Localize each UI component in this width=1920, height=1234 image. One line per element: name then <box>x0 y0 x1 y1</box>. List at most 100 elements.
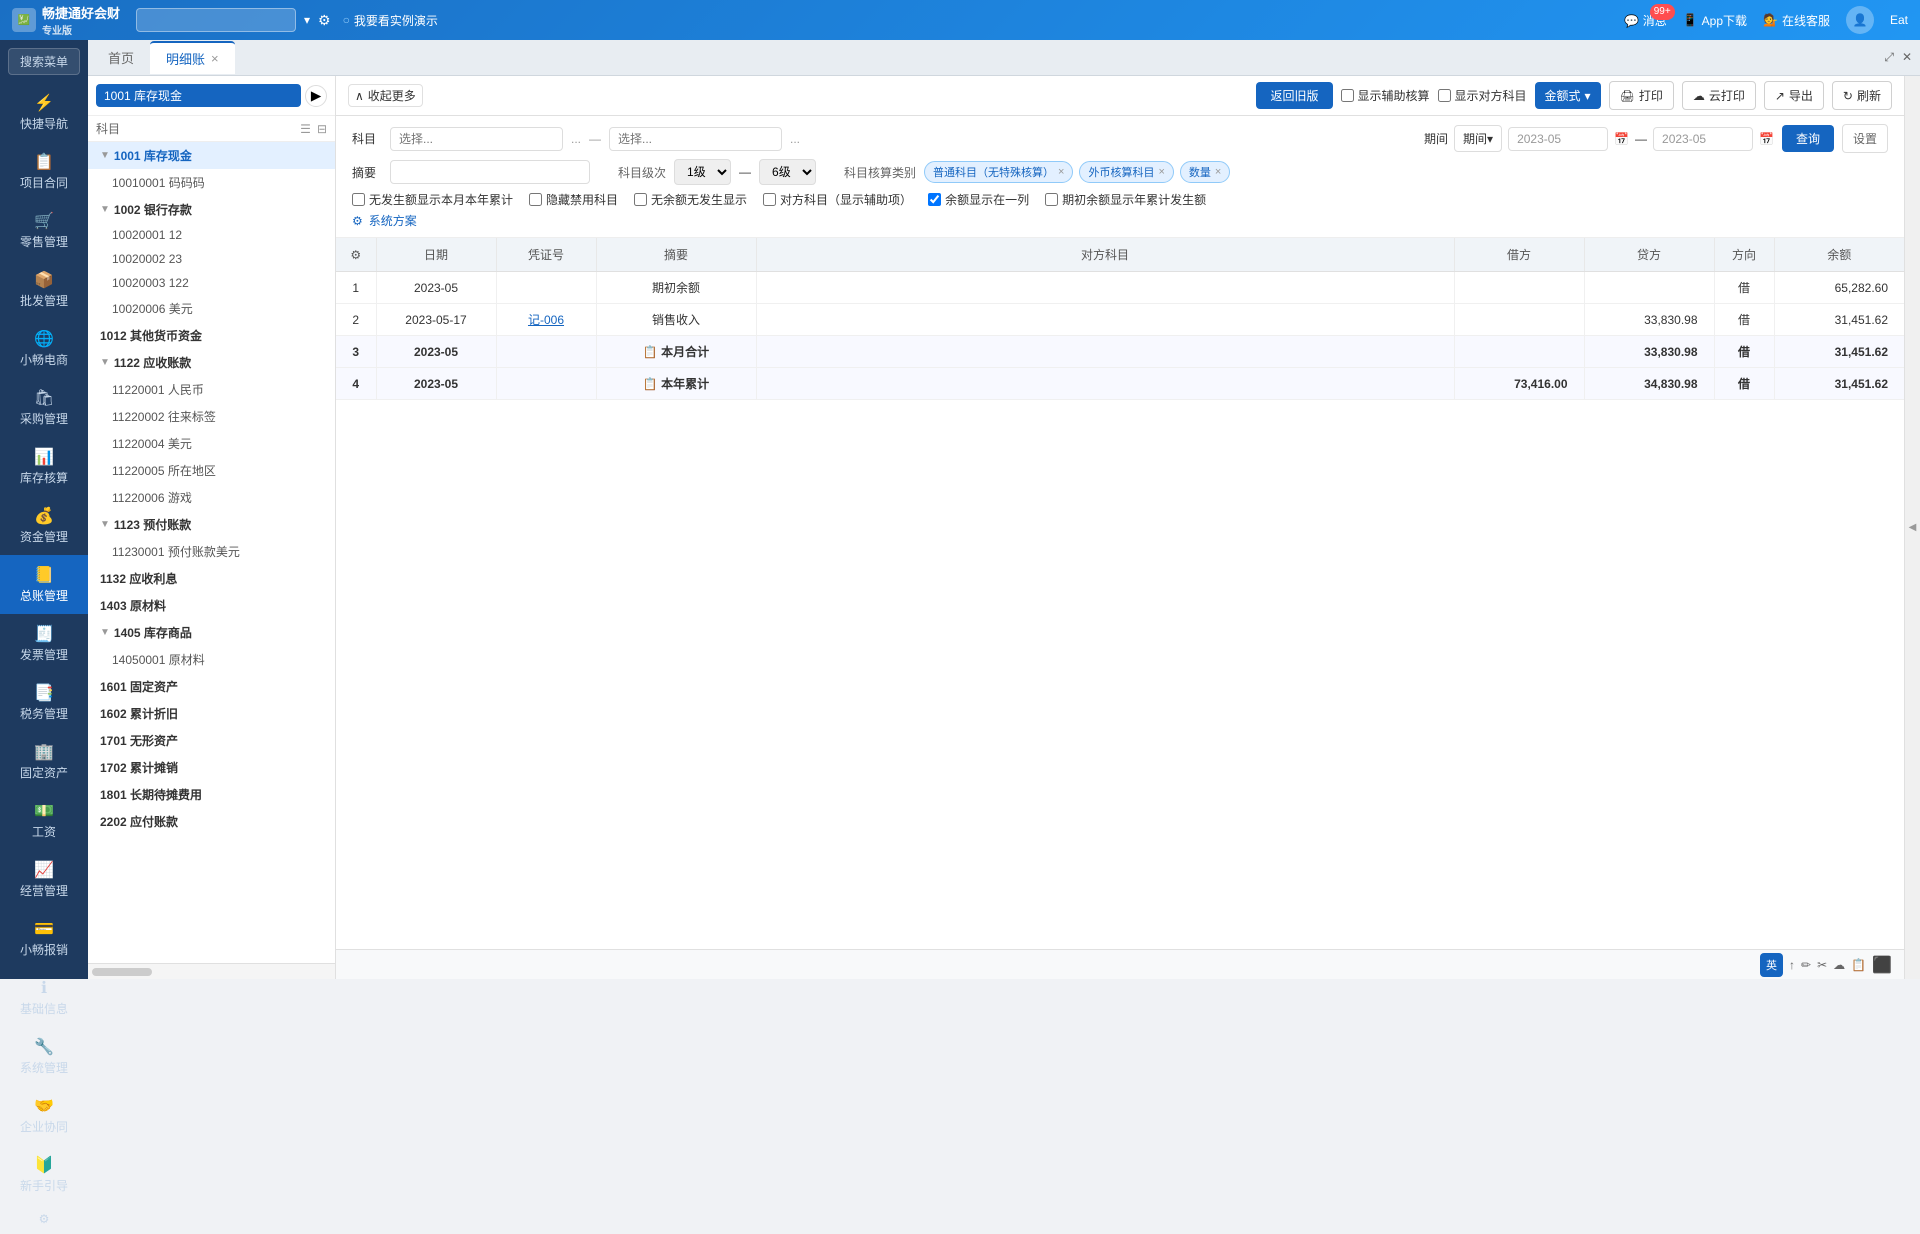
filter-toggle-btn[interactable]: ∧ 收起更多 <box>348 84 423 107</box>
tree-item-10020003[interactable]: 10020003 122 <box>88 271 335 295</box>
tab-close-btn[interactable]: × <box>211 51 219 66</box>
sidebar-item-purchase[interactable]: 🛍 采购管理 <box>0 378 88 437</box>
tree-item-1701[interactable]: 1701 无形资产 <box>88 727 335 754</box>
tree-item-10020002[interactable]: 10020002 23 <box>88 247 335 271</box>
filter-tag-qty[interactable]: 数量 × <box>1180 161 1230 183</box>
show-aux-checkbox[interactable]: 显示辅助核算 <box>1341 87 1430 104</box>
sidebar-settings-btn[interactable]: ⚙ <box>0 1204 88 1234</box>
show-contra-checkbox[interactable]: 显示对方科目 <box>1438 87 1527 104</box>
sidebar-item-system[interactable]: 🔧 系统管理 <box>0 1027 88 1086</box>
sidebar-item-wholesale[interactable]: 📦 批发管理 <box>0 260 88 319</box>
tree-item-2202[interactable]: 2202 应付账款 <box>88 808 335 835</box>
remove-tag-fx[interactable]: × <box>1158 166 1164 178</box>
tree-item-1601[interactable]: 1601 固定资产 <box>88 673 335 700</box>
tree-item-1403[interactable]: 1403 原材料 <box>88 592 335 619</box>
tab-detail[interactable]: 明细账 × <box>150 41 235 74</box>
chk-hide-disabled[interactable]: 隐藏禁用科目 <box>529 191 618 208</box>
filter-tag-fx[interactable]: 外币核算科目 × <box>1079 161 1173 183</box>
level-from-select[interactable]: 1级2级3级4级5级6级 <box>674 159 731 185</box>
sidebar-item-enterprise[interactable]: 🤝 企业协同 <box>0 1086 88 1145</box>
settings-icon[interactable]: ⚙ <box>318 12 331 29</box>
summary-input[interactable] <box>390 160 590 184</box>
setting-btn[interactable]: 设置 <box>1842 124 1888 153</box>
tree-item-10020006[interactable]: 10020006 美元 <box>88 295 335 322</box>
app-download-btn[interactable]: 📱 App下载 <box>1683 12 1747 29</box>
tree-item-1001[interactable]: ▼ 1001 库存现金 <box>88 142 335 169</box>
format-dropdown-btn[interactable]: 金额式 ▾ <box>1535 82 1601 109</box>
cloud-print-btn[interactable]: ☁ 云打印 <box>1682 81 1756 110</box>
filter-tag-normal[interactable]: 普通科目（无特殊核算） × <box>924 161 1073 183</box>
tree-item-1012[interactable]: 1012 其他货币资金 <box>88 322 335 349</box>
tree-item-1132[interactable]: 1132 应收利息 <box>88 565 335 592</box>
sidebar-item-tax[interactable]: 📑 税务管理 <box>0 673 88 732</box>
period-cal-to-icon[interactable]: 📅 <box>1759 132 1774 146</box>
status-icon-edit[interactable]: ✏ <box>1801 958 1811 972</box>
tree-item-1405[interactable]: ▼ 1405 库存商品 <box>88 619 335 646</box>
chk-contra[interactable]: 对方科目（显示辅助项） <box>763 191 912 208</box>
tree-item-1002[interactable]: ▼ 1002 银行存款 <box>88 196 335 223</box>
status-icon-clip[interactable]: 📋 <box>1851 958 1866 972</box>
show-contra-input[interactable] <box>1438 89 1451 102</box>
gear-header-icon[interactable]: ⚙ <box>350 248 361 262</box>
tree-item-1123[interactable]: ▼ 1123 预付账款 <box>88 511 335 538</box>
query-btn[interactable]: 查询 <box>1782 125 1834 152</box>
tab-home[interactable]: 首页 <box>96 42 146 73</box>
sidebar-item-retail[interactable]: 🛒 零售管理 <box>0 201 88 260</box>
tree-item-11220006[interactable]: 11220006 游戏 <box>88 484 335 511</box>
sidebar-item-fixed-assets[interactable]: 🏢 固定资产 <box>0 732 88 791</box>
tree-item-1602[interactable]: 1602 累计折旧 <box>88 700 335 727</box>
status-icon-cloud[interactable]: ☁ <box>1833 958 1845 972</box>
right-collapse-btn[interactable]: ◀ <box>1904 76 1920 979</box>
chk-opening[interactable]: 期初余额显示年累计发生额 <box>1045 191 1206 208</box>
search-menu-btn[interactable]: 搜索菜单 <box>8 48 80 75</box>
sidebar-item-finance[interactable]: 💰 资金管理 <box>0 496 88 555</box>
subject-from-input[interactable] <box>390 127 563 151</box>
return-old-btn[interactable]: 返回旧版 <box>1256 82 1332 109</box>
print-btn[interactable]: 🖨 打印 <box>1609 81 1674 110</box>
filter-icon[interactable]: ⊟ <box>317 122 327 136</box>
tree-item-11220001[interactable]: 11220001 人民币 <box>88 376 335 403</box>
sidebar-item-salary[interactable]: 💵 工资 <box>0 791 88 850</box>
tree-item-11230001[interactable]: 11230001 预付账款美元 <box>88 538 335 565</box>
chk-no-balance[interactable]: 无发生额显示本月本年累计 <box>352 191 513 208</box>
chk-contra-input[interactable] <box>763 193 776 206</box>
chk-no-balance2-input[interactable] <box>634 193 647 206</box>
search-dropdown-icon[interactable]: ▾ <box>304 13 310 27</box>
export-btn[interactable]: ↗ 导出 <box>1764 81 1824 110</box>
chk-balance-single-input[interactable] <box>928 193 941 206</box>
demo-link[interactable]: 我要看实例演示 <box>354 12 438 29</box>
list-icon[interactable]: ☰ <box>300 122 311 136</box>
status-icon-box[interactable]: ⬛ <box>1872 955 1892 975</box>
top-search-input[interactable] <box>136 8 296 32</box>
remove-tag-normal[interactable]: × <box>1058 166 1064 178</box>
tab-close-window-icon[interactable]: ✕ <box>1902 50 1912 65</box>
chk-opening-input[interactable] <box>1045 193 1058 206</box>
account-nav-btn[interactable]: 1001 库存现金 <box>96 84 301 107</box>
sidebar-item-quick-nav[interactable]: ⚡ 快捷导航 <box>0 83 88 142</box>
show-aux-input[interactable] <box>1341 89 1354 102</box>
chk-no-balance-input[interactable] <box>352 193 365 206</box>
online-service-btn[interactable]: 💁 在线客服 <box>1763 12 1830 29</box>
status-icon-scissors[interactable]: ✂ <box>1817 958 1827 972</box>
account-nav-next-btn[interactable]: ▶ <box>305 85 327 107</box>
chk-balance-single[interactable]: 余额显示在一列 <box>928 191 1029 208</box>
sidebar-item-guide[interactable]: 🔰 新手引导 <box>0 1145 88 1204</box>
scheme-label[interactable]: 系统方案 <box>369 212 417 229</box>
subject-to-input[interactable] <box>609 127 782 151</box>
sidebar-item-operations[interactable]: 📈 经营管理 <box>0 850 88 909</box>
user-avatar[interactable]: 👤 <box>1846 6 1874 34</box>
lang-toggle-btn[interactable]: 英 <box>1760 953 1783 977</box>
sidebar-item-invoice[interactable]: 🧾 发票管理 <box>0 614 88 673</box>
tree-item-10020001[interactable]: 10020001 12 <box>88 223 335 247</box>
tree-item-1122[interactable]: ▼ 1122 应收账款 <box>88 349 335 376</box>
sidebar-item-accounting[interactable]: 📒 总账管理 <box>0 555 88 614</box>
tree-item-11220002[interactable]: 11220002 往来标签 <box>88 403 335 430</box>
tab-maximize-icon[interactable]: ⤢ <box>1884 50 1894 65</box>
remove-tag-qty[interactable]: × <box>1215 166 1221 178</box>
tree-item-1801[interactable]: 1801 长期待摊费用 <box>88 781 335 808</box>
tree-item-10010001[interactable]: 10010001 码码码 <box>88 169 335 196</box>
refresh-btn[interactable]: ↻ 刷新 <box>1832 81 1892 110</box>
sidebar-item-sales[interactable]: 💳 小畅报销 <box>0 909 88 968</box>
tree-item-1702[interactable]: 1702 累计摊销 <box>88 754 335 781</box>
account-scrollbar[interactable] <box>88 963 335 979</box>
